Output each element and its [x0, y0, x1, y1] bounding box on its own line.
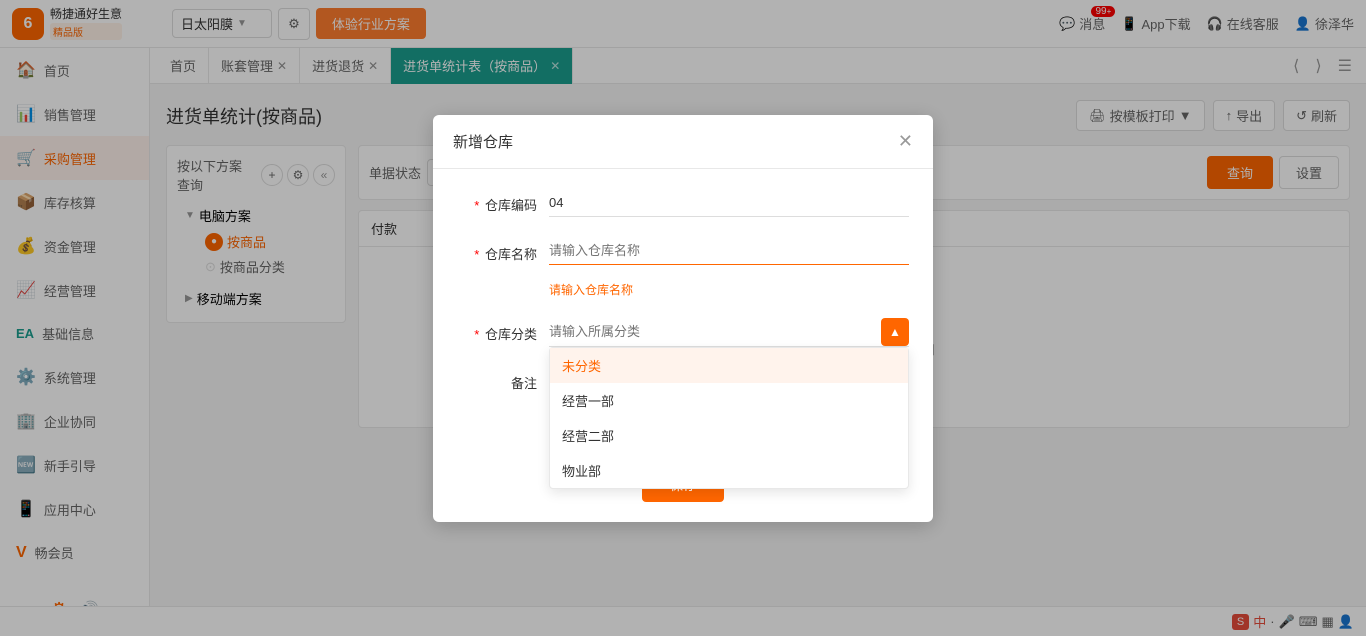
- category-input[interactable]: [549, 318, 881, 345]
- form-row-name: * 仓库名称 请输入仓库名称: [457, 237, 909, 298]
- code-input[interactable]: [549, 189, 909, 217]
- name-input[interactable]: [549, 237, 909, 265]
- form-row-code: * 仓库编码: [457, 189, 909, 217]
- modal-body: * 仓库编码 * 仓库名称 请输入仓库名称: [433, 169, 933, 467]
- category-dropdown-button[interactable]: ▲: [881, 318, 909, 346]
- dropdown-item-2[interactable]: 经营二部: [550, 418, 908, 453]
- modal-title: 新增仓库: [453, 131, 513, 152]
- category-dropdown: 未分类 经营一部 经营二部 物业部: [549, 347, 909, 489]
- form-row-category: * 仓库分类 ▲ 未分类 经营一部 经营二部 物业部: [457, 318, 909, 347]
- name-error-tip: 请输入仓库名称: [549, 281, 633, 298]
- category-input-wrap: ▲: [549, 318, 909, 347]
- code-label: * 仓库编码: [457, 189, 537, 214]
- category-select-container: ▲ 未分类 经营一部 经营二部 物业部: [549, 318, 909, 347]
- note-label: 备注: [457, 367, 537, 392]
- modal-overlay[interactable]: 新增仓库 ✕ * 仓库编码 * 仓库名称: [0, 0, 1366, 636]
- dropdown-item-3[interactable]: 物业部: [550, 453, 908, 488]
- name-label: * 仓库名称: [457, 238, 537, 263]
- modal-close-button[interactable]: ✕: [898, 131, 913, 152]
- category-label: * 仓库分类: [457, 318, 537, 343]
- dropdown-item-0[interactable]: 未分类: [550, 348, 908, 383]
- add-warehouse-modal: 新增仓库 ✕ * 仓库编码 * 仓库名称: [433, 115, 933, 522]
- modal-header: 新增仓库 ✕: [433, 115, 933, 169]
- dropdown-item-1[interactable]: 经营一部: [550, 383, 908, 418]
